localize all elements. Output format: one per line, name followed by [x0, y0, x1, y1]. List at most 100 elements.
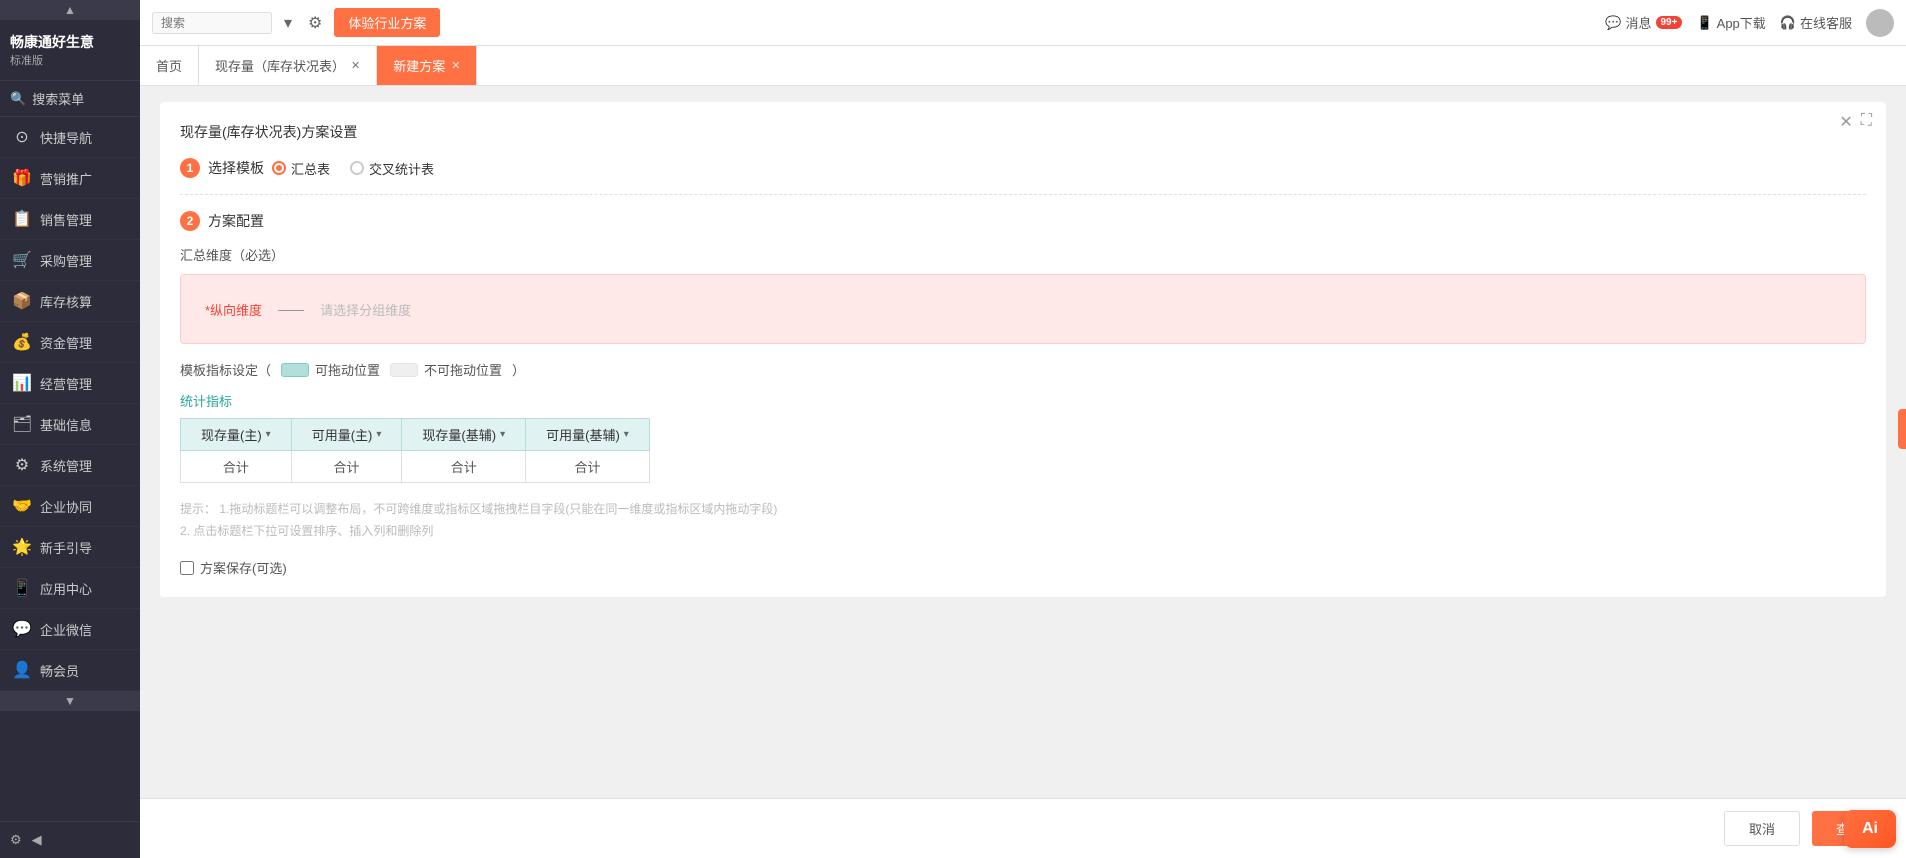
dimension-area[interactable]: *纵向维度 —— 请选择分组维度: [180, 274, 1866, 344]
sidebar-item-wechat[interactable]: 💬 企业微信: [0, 609, 140, 650]
indicator-fixed-legend: 不可拖动位置: [390, 360, 502, 379]
sidebar-item-member[interactable]: 👤 畅会员: [0, 650, 140, 691]
step1-number: 1: [180, 158, 200, 178]
col-dropdown-1[interactable]: ▾: [376, 429, 381, 440]
col-dropdown-2[interactable]: ▾: [500, 429, 505, 440]
tab-new-plan-label: 新建方案: [393, 56, 445, 75]
col-header-3[interactable]: 可用量(基辅) ▾: [526, 419, 650, 451]
footer-settings-icon[interactable]: ⚙: [10, 832, 22, 848]
sidebar-item-basic[interactable]: 🗂 基础信息: [0, 404, 140, 445]
col-summary-1: 合计: [291, 451, 402, 483]
cancel-button[interactable]: 取消: [1724, 811, 1800, 846]
member-icon: 👤: [12, 660, 32, 680]
col-header-2[interactable]: 现存量(基辅) ▾: [402, 419, 526, 451]
hint-2: 2. 点击标题栏下拉可设置排序、插入列和删除列: [180, 521, 1866, 543]
chevron-down-icon[interactable]: ▾: [280, 11, 296, 35]
col-summary-0: 合计: [181, 451, 292, 483]
save-checkbox[interactable]: [180, 561, 194, 575]
movable-legend-box: [281, 363, 309, 377]
avatar[interactable]: [1866, 9, 1894, 37]
sidebar-scroll-up[interactable]: ▲: [0, 0, 140, 20]
divider-1: [180, 194, 1866, 195]
messages-badge: 99+: [1656, 16, 1683, 29]
footer-toggle-icon[interactable]: ◀: [32, 832, 42, 848]
appcenter-icon: 📱: [12, 578, 32, 598]
message-icon: 💬: [1605, 15, 1621, 31]
sidebar-item-appcenter[interactable]: 📱 应用中心: [0, 568, 140, 609]
table-row: 合计 合计 合计 合计: [181, 451, 650, 483]
col-dropdown-3[interactable]: ▾: [624, 429, 629, 440]
system-icon: ⚙: [12, 455, 32, 475]
app-edition: 标准版: [10, 52, 130, 68]
col-header-1[interactable]: 可用量(主) ▾: [291, 419, 402, 451]
radio-summary-label: 汇总表: [291, 159, 330, 178]
messages-button[interactable]: 💬 消息 99+: [1605, 13, 1682, 32]
col-summary-2: 合计: [402, 451, 526, 483]
sidebar-item-label: 基础信息: [40, 415, 92, 434]
sidebar-item-label: 新手引导: [40, 538, 92, 557]
radio-summary[interactable]: 汇总表: [272, 159, 330, 178]
tab-new-plan-close[interactable]: ✕: [451, 59, 460, 72]
basic-icon: 🗂: [12, 414, 32, 434]
app-download-label: App下载: [1717, 13, 1766, 32]
tab-inventory-label: 现存量（库存状况表）: [215, 56, 345, 75]
topbar: ▾ ⚙ 体验行业方案 💬 消息 99+ 📱 App下载 🎧 在线客服: [140, 0, 1906, 46]
wechat-icon: 💬: [12, 619, 32, 639]
radio-summary-circle: [272, 161, 286, 175]
summary-dimension-label: 汇总维度（必选）: [180, 245, 1866, 264]
right-scroll-indicator[interactable]: [1898, 409, 1906, 449]
tab-new-plan[interactable]: 新建方案 ✕: [377, 46, 477, 85]
step2-label: 方案配置: [208, 211, 264, 231]
sidebar-item-purchase[interactable]: 🛒 采购管理: [0, 240, 140, 281]
tab-home[interactable]: 首页: [140, 46, 199, 85]
step1-label: 选择模板: [208, 158, 264, 178]
settings-icon[interactable]: ⚙: [304, 11, 326, 35]
movable-label: 可拖动位置: [315, 360, 380, 379]
newbie-icon: 🌟: [12, 537, 32, 557]
messages-label: 消息: [1625, 13, 1651, 32]
tab-inventory-close[interactable]: ✕: [351, 59, 360, 72]
sidebar-item-label: 应用中心: [40, 579, 92, 598]
sidebar-item-label: 快捷导航: [40, 128, 92, 147]
stats-table: 现存量(主) ▾ 可用量(主) ▾ 现存量(基辅: [180, 418, 650, 483]
online-service-button[interactable]: 🎧 在线客服: [1780, 13, 1852, 32]
sidebar-footer: ⚙ ◀: [0, 821, 140, 858]
close-panel-button[interactable]: ✕: [1839, 112, 1852, 132]
tab-home-label: 首页: [156, 56, 182, 75]
trial-button[interactable]: 体验行业方案: [334, 8, 440, 37]
shortcut-icon: ⊙: [12, 127, 32, 147]
ai-button[interactable]: Ai: [1844, 810, 1896, 848]
hint-area: 提示： 1.拖动标题栏可以调整布局，不可跨维度或指标区域拖拽栏目字段(只能在同一…: [180, 499, 1866, 542]
sidebar-item-sales[interactable]: 📋 销售管理: [0, 199, 140, 240]
sidebar-logo: 畅康通好生意 标准版: [0, 20, 140, 81]
expand-panel-button[interactable]: ⛶: [1861, 112, 1872, 132]
dimension-required: *纵向维度: [205, 300, 262, 319]
inventory-icon: 📦: [12, 291, 32, 311]
sidebar-item-finance[interactable]: 💰 资金管理: [0, 322, 140, 363]
sidebar-item-label: 采购管理: [40, 251, 92, 270]
indicator-movable-legend: 可拖动位置: [281, 360, 380, 379]
app-download-button[interactable]: 📱 App下载: [1696, 13, 1765, 32]
tabbar: 首页 现存量（库存状况表） ✕ 新建方案 ✕: [140, 46, 1906, 86]
sidebar-item-search[interactable]: 🔍 搜索菜单: [0, 81, 140, 117]
save-option-label: 方案保存(可选): [200, 558, 287, 577]
sidebar-item-marketing[interactable]: 🎁 营销推广: [0, 158, 140, 199]
search-input[interactable]: [152, 12, 272, 34]
sidebar-item-enterprise[interactable]: 🤝 企业协同: [0, 486, 140, 527]
online-service-label: 在线客服: [1800, 13, 1852, 32]
sidebar-item-inventory[interactable]: 📦 库存核算: [0, 281, 140, 322]
sidebar-scroll-down[interactable]: ▼: [0, 691, 140, 711]
app-name: 畅康通好生意: [10, 32, 130, 52]
sidebar-item-operation[interactable]: 📊 经营管理: [0, 363, 140, 404]
sidebar-item-newbie[interactable]: 🌟 新手引导: [0, 527, 140, 568]
indicator-suffix: ）: [512, 360, 525, 379]
main-area: ▾ ⚙ 体验行业方案 💬 消息 99+ 📱 App下载 🎧 在线客服 首页: [140, 0, 1906, 858]
sidebar-item-shortcut[interactable]: ⊙ 快捷导航: [0, 117, 140, 158]
sidebar-item-label: 企业微信: [40, 620, 92, 639]
sidebar-item-system[interactable]: ⚙ 系统管理: [0, 445, 140, 486]
radio-cross[interactable]: 交叉统计表: [350, 159, 434, 178]
tab-inventory-status[interactable]: 现存量（库存状况表） ✕: [199, 46, 377, 85]
col-dropdown-0[interactable]: ▾: [266, 429, 271, 440]
col-header-0[interactable]: 现存量(主) ▾: [181, 419, 292, 451]
sidebar-item-label: 营销推广: [40, 169, 92, 188]
